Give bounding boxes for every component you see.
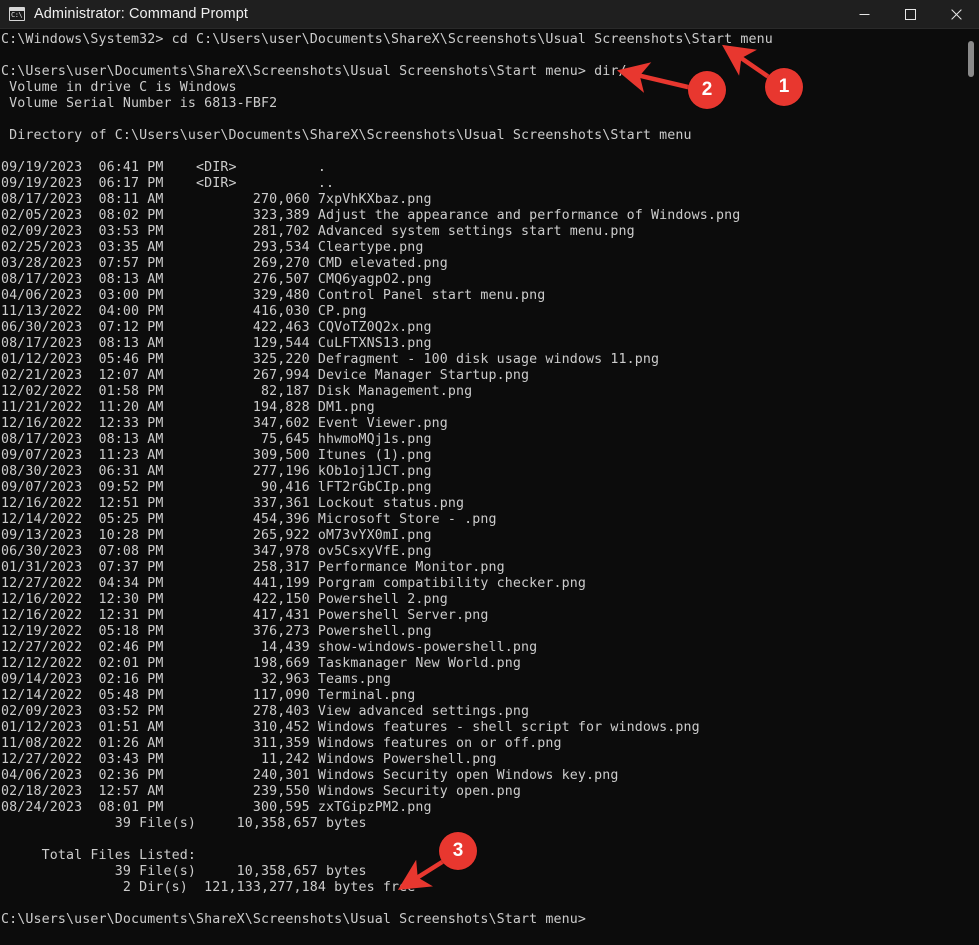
- window-title: Administrator: Command Prompt: [34, 6, 249, 22]
- console-line: 08/17/2023 08:13 AM 129,544 CuLFTXNS13.p…: [1, 336, 432, 351]
- title-bar[interactable]: C:\ Administrator: Command Prompt: [0, 0, 979, 29]
- console-line: 01/31/2023 07:37 PM 258,317 Performance …: [1, 560, 505, 575]
- command-prompt-icon: C:\: [9, 7, 25, 21]
- console-line: 12/16/2022 12:33 PM 347,602 Event Viewer…: [1, 416, 448, 431]
- console-line: 08/17/2023 08:13 AM 276,507 CMQ6yagpO2.p…: [1, 272, 432, 287]
- console-line: 11/08/2022 01:26 AM 311,359 Windows feat…: [1, 736, 562, 751]
- console-line: 09/13/2023 10:28 PM 265,922 oM73vYX0mI.p…: [1, 528, 432, 543]
- console-line: 09/19/2023 06:41 PM <DIR> .: [1, 160, 327, 175]
- window-controls: [841, 0, 979, 29]
- console-line: 02/09/2023 03:53 PM 281,702 Advanced sys…: [1, 224, 635, 239]
- console-line: Directory of C:\Users\user\Documents\Sha…: [1, 128, 692, 143]
- maximize-button[interactable]: [887, 0, 933, 29]
- icon-prompt-text: C:\: [11, 11, 23, 19]
- console-line: 09/19/2023 06:17 PM <DIR> ..: [1, 176, 335, 191]
- console-line: 06/30/2023 07:08 PM 347,978 ov5CsxyVfE.p…: [1, 544, 432, 559]
- console-line: 02/05/2023 08:02 PM 323,389 Adjust the a…: [1, 208, 741, 223]
- console-line: 12/14/2022 05:48 PM 117,090 Terminal.png: [1, 688, 416, 703]
- console-line: 08/24/2023 08:01 PM 300,595 zxTGipzPM2.p…: [1, 800, 432, 815]
- console-line: 12/27/2022 03:43 PM 11,242 Windows Power…: [1, 752, 497, 767]
- console-output-area[interactable]: C:\Windows\System32> cd C:\Users\user\Do…: [0, 29, 979, 945]
- console-line: 39 File(s) 10,358,657 bytes: [1, 816, 367, 831]
- console-line: 04/06/2023 03:00 PM 329,480 Control Pane…: [1, 288, 546, 303]
- console-line: 12/27/2022 04:34 PM 441,199 Porgram comp…: [1, 576, 587, 591]
- console-line: 08/17/2023 08:13 AM 75,645 hhwmoMQj1s.pn…: [1, 432, 432, 447]
- console-line: 01/12/2023 05:46 PM 325,220 Defragment -…: [1, 352, 660, 367]
- console-line: C:\Users\user\Documents\ShareX\Screensho…: [1, 64, 635, 79]
- annotation-badge-2: 2: [688, 71, 726, 109]
- console-line: 12/16/2022 12:30 PM 422,150 Powershell 2…: [1, 592, 448, 607]
- command-prompt-window: C:\ Administrator: Command Prompt C:\Win…: [0, 0, 979, 945]
- console-line: 02/18/2023 12:57 AM 239,550 Windows Secu…: [1, 784, 522, 799]
- annotation-badge-3: 3: [439, 832, 477, 870]
- close-button[interactable]: [933, 0, 979, 29]
- console-line: 09/07/2023 09:52 PM 90,416 lFT2rGbCIp.pn…: [1, 480, 432, 495]
- console-line: Volume Serial Number is 6813-FBF2: [1, 96, 278, 111]
- console-line: 12/19/2022 05:18 PM 376,273 Powershell.p…: [1, 624, 432, 639]
- console-line: 12/27/2022 02:46 PM 14,439 show-windows-…: [1, 640, 538, 655]
- console-line: 2 Dir(s) 121,133,277,184 bytes free: [1, 880, 416, 895]
- console-line: C:\Users\user\Documents\ShareX\Screensho…: [1, 912, 587, 927]
- console-line: 02/21/2023 12:07 AM 267,994 Device Manag…: [1, 368, 530, 383]
- console-line: 11/21/2022 11:20 AM 194,828 DM1.png: [1, 400, 375, 415]
- console-line: 06/30/2023 07:12 PM 422,463 CQVoTZ0Q2x.p…: [1, 320, 432, 335]
- console-line: 12/14/2022 05:25 PM 454,396 Microsoft St…: [1, 512, 497, 527]
- console-line: 12/02/2022 01:58 PM 82,187 Disk Manageme…: [1, 384, 473, 399]
- console-line: 01/12/2023 01:51 AM 310,452 Windows feat…: [1, 720, 700, 735]
- minimize-button[interactable]: [841, 0, 887, 29]
- scrollbar-thumb[interactable]: [968, 41, 974, 77]
- console-line: 39 File(s) 10,358,657 bytes: [1, 864, 367, 879]
- console-line: 08/17/2023 08:11 AM 270,060 7xpVhKXbaz.p…: [1, 192, 432, 207]
- console-line: 11/13/2022 04:00 PM 416,030 CP.png: [1, 304, 367, 319]
- console-line: C:\Windows\System32> cd C:\Users\user\Do…: [1, 32, 773, 47]
- console-line: 08/30/2023 06:31 AM 277,196 kOb1oj1JCT.p…: [1, 464, 432, 479]
- console-line: 12/16/2022 12:31 PM 417,431 Powershell S…: [1, 608, 489, 623]
- console-line: 02/25/2023 03:35 AM 293,534 Cleartype.pn…: [1, 240, 424, 255]
- console-line: 09/14/2023 02:16 PM 32,963 Teams.png: [1, 672, 392, 687]
- console-scrollbar[interactable]: [963, 29, 979, 945]
- console-line: 12/12/2022 02:01 PM 198,669 Taskmanager …: [1, 656, 522, 671]
- console-line: 03/28/2023 07:57 PM 269,270 CMD elevated…: [1, 256, 448, 271]
- console-line: 09/07/2023 11:23 AM 309,500 Itunes (1).p…: [1, 448, 432, 463]
- console-line: 12/16/2022 12:51 PM 337,361 Lockout stat…: [1, 496, 465, 511]
- console-text: C:\Windows\System32> cd C:\Users\user\Do…: [1, 32, 979, 928]
- console-line: Volume in drive C is Windows: [1, 80, 237, 95]
- annotation-badge-1: 1: [765, 68, 803, 106]
- console-line: 02/09/2023 03:52 PM 278,403 View advance…: [1, 704, 530, 719]
- console-line: Total Files Listed:: [1, 848, 197, 863]
- console-line: 04/06/2023 02:36 PM 240,301 Windows Secu…: [1, 768, 619, 783]
